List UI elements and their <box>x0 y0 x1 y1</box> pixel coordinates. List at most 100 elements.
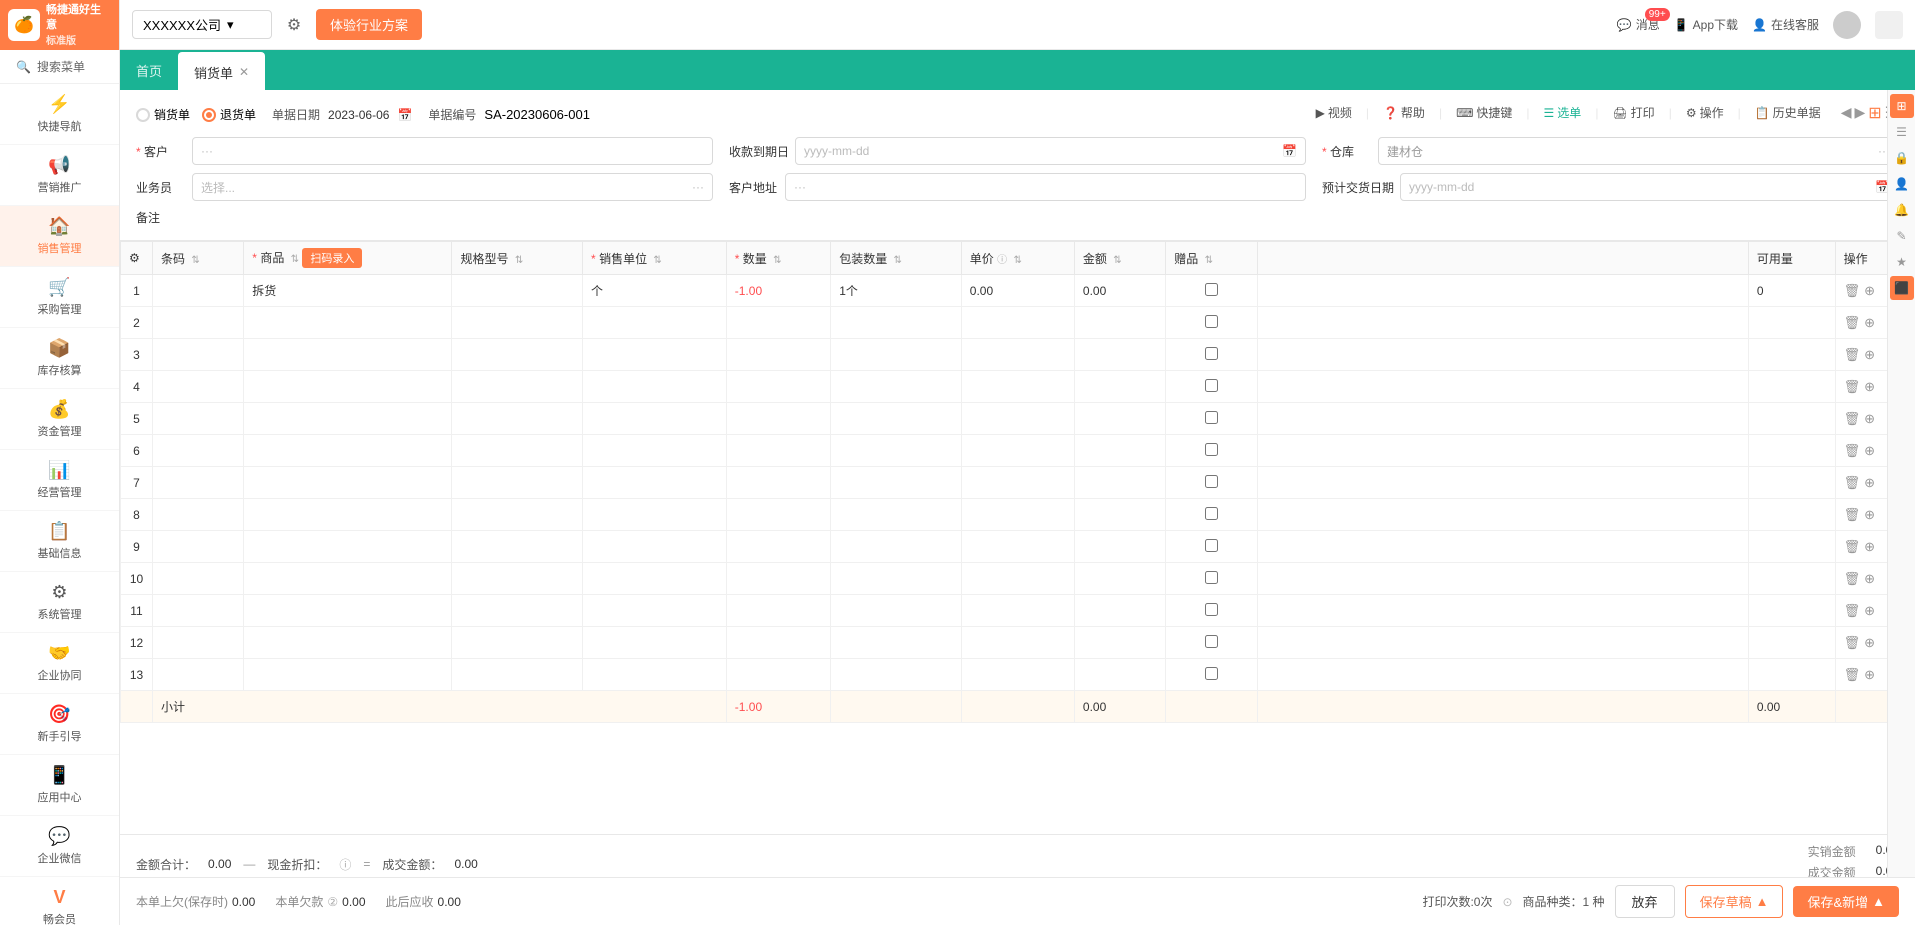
spec-2[interactable] <box>452 307 583 339</box>
sidebar-item-system[interactable]: ⚙ 系统管理 <box>0 572 119 633</box>
unitprice-2[interactable] <box>961 307 1074 339</box>
sort-icon-unit[interactable]: ⇅ <box>653 255 661 266</box>
qp-grid-view[interactable]: ⊞ <box>1890 94 1914 118</box>
gift-2[interactable] <box>1166 307 1257 339</box>
product-2[interactable] <box>244 307 452 339</box>
th-settings[interactable]: ⚙ <box>121 242 153 275</box>
product-1[interactable]: 拆货 <box>244 275 452 307</box>
save-new-button[interactable]: 保存&新增 ▲ <box>1793 886 1899 917</box>
delete-btn-2[interactable]: 🗑 <box>1844 315 1861 331</box>
trial-button[interactable]: 体验行业方案 <box>316 9 422 40</box>
due-date-input[interactable]: yyyy-mm-dd 📅 <box>795 137 1306 165</box>
sidebar-item-operations[interactable]: 📊 经营管理 <box>0 450 119 511</box>
copy-btn-1[interactable]: ⊕ <box>1864 283 1875 299</box>
user-menu[interactable] <box>1875 11 1903 39</box>
delete-btn-1[interactable]: 🗑 <box>1844 283 1861 299</box>
debit-help-icon[interactable]: ② <box>327 895 338 909</box>
spec-1[interactable] <box>452 275 583 307</box>
topbar-settings-btn[interactable]: ⚙ <box>280 11 308 39</box>
unit-1[interactable]: 个 <box>583 275 727 307</box>
search-menu[interactable]: 🔍 搜索菜单 <box>0 50 119 84</box>
qp-orange[interactable]: ⬛ <box>1890 276 1914 300</box>
sort-icon-gift[interactable]: ⇅ <box>1205 255 1213 266</box>
sidebar-item-member[interactable]: V 畅会员 <box>0 877 119 925</box>
row-num-2: 2 <box>121 307 153 339</box>
video-btn[interactable]: ▶ 视频 <box>1312 102 1356 123</box>
amount-1[interactable]: 0.00 <box>1074 275 1165 307</box>
quantity-1[interactable]: -1.00 <box>726 275 830 307</box>
help-circle-icon: ❓ <box>1383 106 1398 120</box>
pkgqty-2[interactable] <box>831 307 962 339</box>
sidebar-item-sales[interactable]: 🏠 销售管理 <box>0 206 119 267</box>
sidebar-item-purchase[interactable]: 🛒 采购管理 <box>0 267 119 328</box>
barcode-1[interactable] <box>153 275 244 307</box>
sort-icon-unitprice[interactable]: ⇅ <box>1013 255 1021 266</box>
qp-star[interactable]: ★ <box>1890 250 1914 274</box>
print-btn[interactable]: 🖨 打印 <box>1608 102 1658 123</box>
sort-icon-pkgqty[interactable]: ⇅ <box>894 255 902 266</box>
sort-icon-quantity[interactable]: ⇅ <box>773 255 781 266</box>
gift-1[interactable] <box>1166 275 1257 307</box>
tab-sales[interactable]: 销货单 ✕ <box>178 52 265 92</box>
amount-2[interactable] <box>1074 307 1165 339</box>
warehouse-input[interactable]: 建材仓 ··· <box>1378 137 1899 165</box>
sidebar-item-marketing[interactable]: 📢 营销推广 <box>0 145 119 206</box>
qp-lock[interactable]: 🔒 <box>1890 146 1914 170</box>
help-btn[interactable]: ❓ 帮助 <box>1379 102 1429 123</box>
customer-addr-input[interactable]: ··· <box>785 173 1306 201</box>
sidebar-item-quick-nav[interactable]: ⚡ 快捷导航 <box>0 84 119 145</box>
app-download-btn[interactable]: 📱 App下载 <box>1674 16 1738 33</box>
radio-sales[interactable]: 销货单 <box>136 106 190 123</box>
unitprice-1[interactable]: 0.00 <box>961 275 1074 307</box>
nav-next-icon[interactable]: ▶ <box>1854 104 1865 121</box>
sidebar-item-wechat[interactable]: 💬 企业微信 <box>0 816 119 877</box>
shortcut-btn[interactable]: ⌨ 快捷键 <box>1452 102 1516 123</box>
sidebar-item-guide[interactable]: 🎯 新手引导 <box>0 694 119 755</box>
unit-2[interactable] <box>583 307 727 339</box>
date-field: 单据日期 2023-06-06 📅 <box>272 106 412 123</box>
sort-icon-product[interactable]: ⇅ <box>291 254 299 265</box>
gift-checkbox-1[interactable] <box>1205 283 1218 296</box>
sidebar-item-app-center[interactable]: 📱 应用中心 <box>0 755 119 816</box>
qp-edit[interactable]: ✎ <box>1890 224 1914 248</box>
save-draft-button[interactable]: 保存草稿 ▲ <box>1685 885 1784 918</box>
online-service-btn[interactable]: 👤 在线客服 <box>1752 16 1819 33</box>
message-btn[interactable]: 💬 消息 99+ <box>1617 16 1660 33</box>
calendar-icon[interactable]: 📅 <box>397 108 412 122</box>
salesperson-input[interactable]: 选择... ··· <box>192 173 713 201</box>
sidebar-item-basics[interactable]: 📋 基础信息 <box>0 511 119 572</box>
sidebar-label-capital: 资金管理 <box>38 423 82 439</box>
scan-entry-btn[interactable]: 扫码录入 <box>302 248 362 268</box>
salesperson-dots: ··· <box>692 180 704 194</box>
discard-button[interactable]: 放弃 <box>1615 885 1675 918</box>
help-icon-totals[interactable]: ⓘ <box>339 856 351 873</box>
sort-icon-amount[interactable]: ⇅ <box>1113 255 1121 266</box>
tab-close-icon[interactable]: ✕ <box>239 65 249 79</box>
select-btn[interactable]: ☰ 选单 <box>1540 102 1586 123</box>
topbar-left: XXXXXX公司 ▾ ⚙ 体验行业方案 <box>132 9 422 40</box>
radio-return[interactable]: 退货单 <box>202 106 256 123</box>
qty-2[interactable] <box>726 307 830 339</box>
pkgqty-1[interactable]: 1个 <box>831 275 962 307</box>
product-type-icon: ⊙ <box>1502 895 1512 909</box>
sort-icon-barcode[interactable]: ⇅ <box>191 255 199 266</box>
operate-btn[interactable]: ⚙ 操作 <box>1682 102 1728 123</box>
user-avatar[interactable] <box>1833 11 1861 39</box>
history-btn[interactable]: 📋 历史单据 <box>1751 102 1825 123</box>
qp-list-view[interactable]: ☰ <box>1890 120 1914 144</box>
barcode-2[interactable] <box>153 307 244 339</box>
company-selector[interactable]: XXXXXX公司 ▾ <box>132 10 272 39</box>
gift-checkbox-2[interactable] <box>1205 315 1218 328</box>
qp-bell[interactable]: 🔔 <box>1890 198 1914 222</box>
sidebar-item-inventory[interactable]: 📦 库存核算 <box>0 328 119 389</box>
grid-view-icon[interactable]: ⊞ <box>1868 103 1881 123</box>
sidebar-item-capital[interactable]: 💰 资金管理 <box>0 389 119 450</box>
copy-btn-2[interactable]: ⊕ <box>1864 315 1875 331</box>
nav-prev-icon[interactable]: ◀ <box>1841 104 1852 121</box>
sort-icon-spec[interactable]: ⇅ <box>515 255 523 266</box>
sidebar-item-collab[interactable]: 🤝 企业协同 <box>0 633 119 694</box>
expected-delivery-input[interactable]: yyyy-mm-dd 📅 <box>1400 173 1899 201</box>
qp-user[interactable]: 👤 <box>1890 172 1914 196</box>
customer-input[interactable]: ··· <box>192 137 713 165</box>
tab-home[interactable]: 首页 <box>120 50 178 90</box>
